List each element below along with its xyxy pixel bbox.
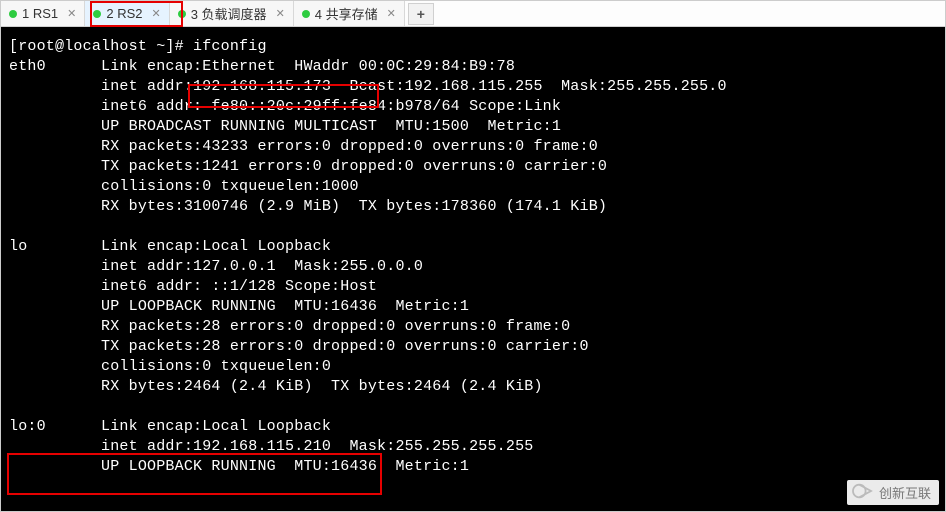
close-icon[interactable]: ✕ xyxy=(148,7,161,20)
terminal-line: UP LOOPBACK RUNNING MTU:16436 Metric:1 xyxy=(9,298,469,315)
close-icon[interactable]: ✕ xyxy=(63,7,76,20)
terminal-output[interactable]: [root@localhost ~]# ifconfig eth0 Link e… xyxy=(1,27,945,477)
terminal-line: RX bytes:3100746 (2.9 MiB) TX bytes:1783… xyxy=(9,198,607,215)
terminal-line: lo Link encap:Local Loopback xyxy=(9,238,331,255)
tab-label: 3 负载调度器 xyxy=(191,4,267,23)
terminal-line: lo:0 Link encap:Local Loopback xyxy=(9,418,331,435)
terminal-line: RX bytes:2464 (2.4 KiB) TX bytes:2464 (2… xyxy=(9,378,543,395)
close-icon[interactable]: ✕ xyxy=(272,7,285,20)
status-dot-icon xyxy=(9,10,17,18)
plus-icon: + xyxy=(417,6,425,22)
tab-rs1[interactable]: 1 RS1 ✕ xyxy=(1,1,85,26)
add-tab-button[interactable]: + xyxy=(408,3,434,25)
status-dot-icon xyxy=(302,10,310,18)
terminal-line: RX packets:43233 errors:0 dropped:0 over… xyxy=(9,138,598,155)
watermark-text: 创新互联 xyxy=(879,486,931,501)
terminal-line: RX packets:28 errors:0 dropped:0 overrun… xyxy=(9,318,570,335)
status-dot-icon xyxy=(178,10,186,18)
status-dot-icon xyxy=(93,10,101,18)
terminal-line: collisions:0 txqueuelen:1000 xyxy=(9,178,359,195)
terminal-line: UP LOOPBACK RUNNING MTU:16436 Metric:1 xyxy=(9,458,469,475)
terminal-line: inet addr:192.168.115.210 Mask:255.255.2… xyxy=(9,438,533,455)
tab-bar: 1 RS1 ✕ 2 RS2 ✕ 3 负载调度器 ✕ 4 共享存储 ✕ + xyxy=(1,1,945,27)
tab-label: 4 共享存储 xyxy=(315,4,378,23)
tab-label: 1 RS1 xyxy=(22,6,58,21)
terminal-line: collisions:0 txqueuelen:0 xyxy=(9,358,331,375)
tab-rs2[interactable]: 2 RS2 ✕ xyxy=(85,1,169,26)
terminal-line: TX packets:1241 errors:0 dropped:0 overr… xyxy=(9,158,607,175)
terminal-line: inet6 addr: fe80::20c:29ff:fe84:b978/64 … xyxy=(9,98,561,115)
terminal-line: UP BROADCAST RUNNING MULTICAST MTU:1500 … xyxy=(9,118,561,135)
close-icon[interactable]: ✕ xyxy=(383,7,396,20)
terminal-line: eth0 Link encap:Ethernet HWaddr 00:0C:29… xyxy=(9,58,515,75)
terminal-line: TX packets:28 errors:0 dropped:0 overrun… xyxy=(9,338,589,355)
logo-icon xyxy=(851,482,873,500)
watermark: 创新互联 xyxy=(847,480,939,505)
terminal-line: inet addr:192.168.115.173 Bcast:192.168.… xyxy=(9,78,727,95)
tab-label: 2 RS2 xyxy=(106,6,142,21)
command: ifconfig xyxy=(193,38,267,55)
terminal-line: inet6 addr: ::1/128 Scope:Host xyxy=(9,278,377,295)
terminal-line: inet addr:127.0.0.1 Mask:255.0.0.0 xyxy=(9,258,423,275)
prompt: [root@localhost ~]# xyxy=(9,38,193,55)
tab-load-balancer[interactable]: 3 负载调度器 ✕ xyxy=(170,1,294,26)
tab-shared-storage[interactable]: 4 共享存储 ✕ xyxy=(294,1,405,26)
